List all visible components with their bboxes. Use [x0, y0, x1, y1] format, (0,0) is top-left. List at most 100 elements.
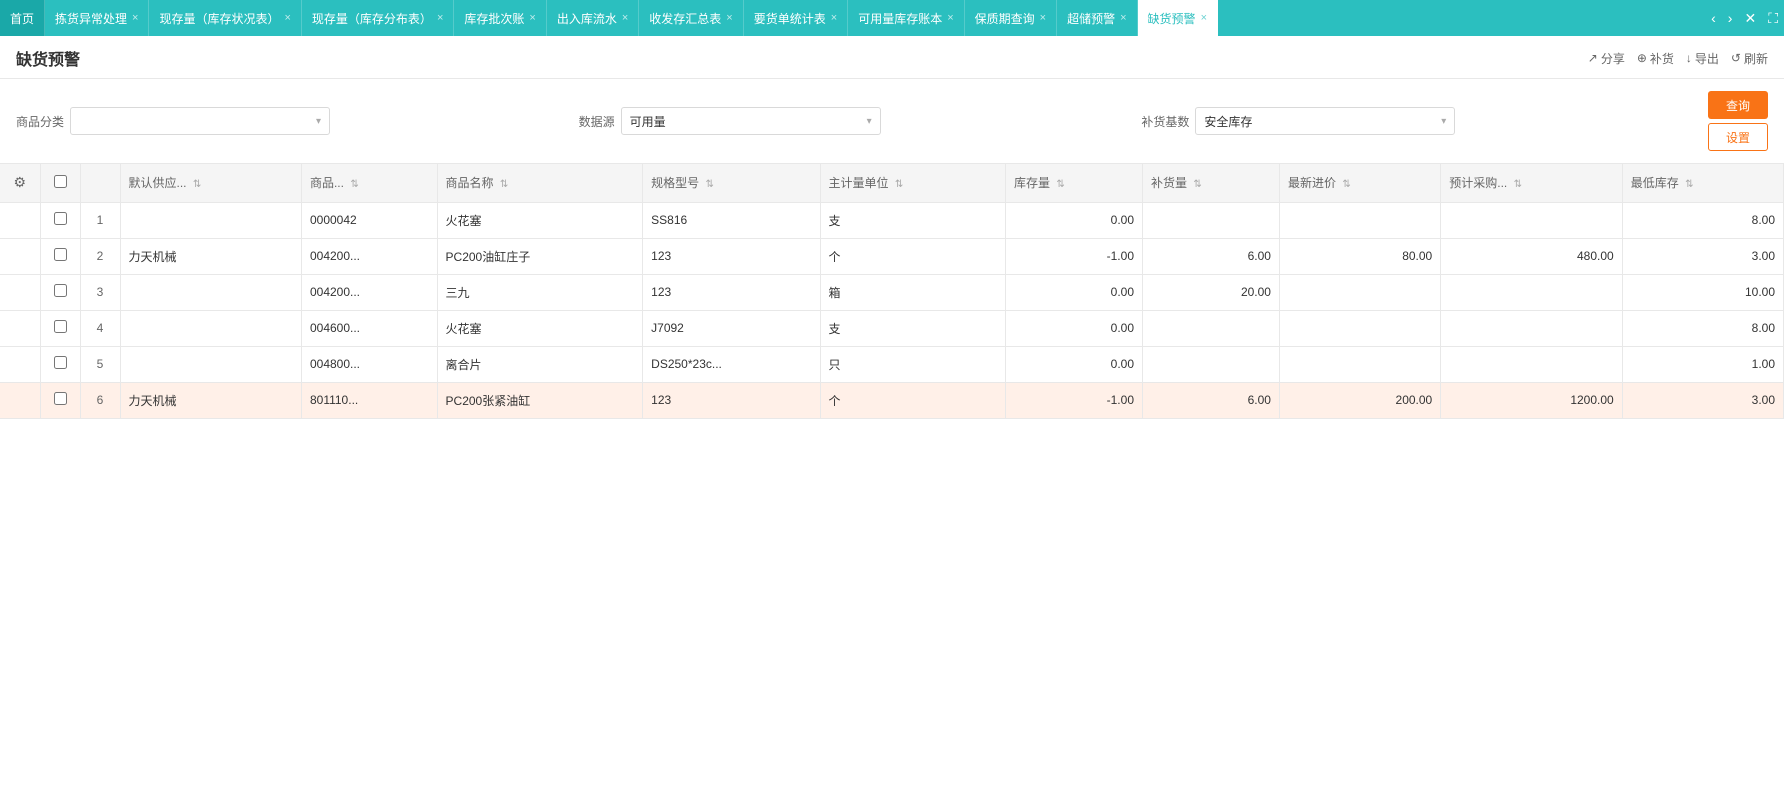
sort-icon[interactable]: ⇅: [193, 179, 201, 190]
select-all-checkbox[interactable]: [54, 175, 67, 188]
row-checkbox[interactable]: [54, 284, 67, 297]
close-icon[interactable]: ×: [947, 12, 953, 24]
page-header: 缺货预警 ↗ 分享 ⊕ 补货 ↓ 导出 ↺ 刷新: [0, 36, 1784, 79]
tab-summary[interactable]: 收发存汇总表 ×: [639, 0, 743, 36]
sort-icon[interactable]: ⇅: [500, 179, 508, 190]
row-checkbox[interactable]: [54, 392, 67, 405]
row-checkbox[interactable]: [54, 212, 67, 225]
tab-batch[interactable]: 库存批次账 ×: [454, 0, 546, 36]
th-unit: 主计量单位 ⇅: [820, 164, 1006, 202]
row-gear-cell: [0, 238, 40, 274]
close-icon[interactable]: ×: [437, 12, 443, 24]
row-checkbox[interactable]: [54, 320, 67, 333]
row-product-name: 离合片: [437, 346, 643, 382]
datasource-select[interactable]: 可用量 ▾: [621, 107, 881, 135]
share-button[interactable]: ↗ 分享: [1588, 50, 1625, 67]
close-icon[interactable]: ×: [622, 12, 628, 24]
tab-avail[interactable]: 可用量库存账本 ×: [848, 0, 964, 36]
row-checkbox[interactable]: [54, 248, 67, 261]
sort-icon[interactable]: ⇅: [1685, 179, 1693, 190]
restock-icon: ⊕: [1637, 51, 1647, 65]
row-unit: 支: [820, 310, 1006, 346]
sort-icon[interactable]: ⇅: [1342, 179, 1350, 190]
tab-flow[interactable]: 出入库流水 ×: [547, 0, 639, 36]
row-checkbox-cell: [40, 310, 80, 346]
export-button[interactable]: ↓ 导出: [1686, 50, 1719, 67]
tab-inv1[interactable]: 现存量（库存状况表） ×: [149, 0, 301, 36]
replenish-select[interactable]: 安全库存 ▾: [1195, 107, 1455, 135]
row-supplier: [120, 274, 301, 310]
tab-shortage[interactable]: 缺货预警 ×: [1138, 0, 1218, 36]
row-min-stock: 1.00: [1622, 346, 1783, 382]
tab-home[interactable]: 首页: [0, 0, 45, 36]
share-icon: ↗: [1588, 51, 1598, 65]
sort-icon[interactable]: ⇅: [350, 179, 358, 190]
close-icon[interactable]: ×: [726, 12, 732, 24]
chevron-down-icon: ▾: [1441, 116, 1446, 127]
row-supplier: [120, 346, 301, 382]
sort-icon[interactable]: ⇅: [1514, 179, 1522, 190]
sort-icon[interactable]: ⇅: [895, 179, 903, 190]
category-select[interactable]: ▾: [70, 107, 330, 135]
chevron-down-icon: ▾: [867, 116, 872, 127]
table-body: 1 0000042 火花塞 SS816 支 0.00 8.00 2 力天机械 0…: [0, 202, 1784, 418]
tab-inv2[interactable]: 现存量（库存分布表） ×: [302, 0, 454, 36]
row-price: 200.00: [1279, 382, 1440, 418]
datasource-label: 数据源: [579, 113, 615, 130]
nav-close-button[interactable]: ✕: [1738, 0, 1762, 36]
refresh-button[interactable]: ↺ 刷新: [1731, 50, 1768, 67]
row-restock: [1143, 310, 1280, 346]
nav-prev-button[interactable]: ‹: [1705, 0, 1722, 36]
row-unit: 个: [820, 382, 1006, 418]
query-button[interactable]: 查询: [1708, 91, 1768, 119]
close-icon[interactable]: ×: [1040, 12, 1046, 24]
tab-order[interactable]: 要货单统计表 ×: [744, 0, 848, 36]
row-min-stock: 3.00: [1622, 382, 1783, 418]
data-table: ⚙ 默认供应... ⇅ 商品... ⇅ 商品名称: [0, 164, 1784, 419]
nav-fullscreen-button[interactable]: ⛶: [1762, 0, 1784, 36]
row-stock: 0.00: [1006, 346, 1143, 382]
th-spec: 规格型号 ⇅: [643, 164, 820, 202]
filter-group-datasource: 数据源 可用量 ▾: [579, 107, 1126, 135]
th-purchase: 预计采购... ⇅: [1441, 164, 1622, 202]
sort-icon[interactable]: ⇅: [706, 179, 714, 190]
row-spec: DS250*23c...: [643, 346, 820, 382]
header-actions: ↗ 分享 ⊕ 补货 ↓ 导出 ↺ 刷新: [1588, 50, 1768, 67]
table-row: 4 004600... 火花塞 J7092 支 0.00 8.00: [0, 310, 1784, 346]
row-gear-cell: [0, 202, 40, 238]
page-title: 缺货预警: [16, 46, 80, 70]
close-icon[interactable]: ×: [529, 12, 535, 24]
row-purchase: 1200.00: [1441, 382, 1622, 418]
settings-button[interactable]: 设置: [1708, 123, 1768, 151]
column-settings-button[interactable]: ⚙: [13, 174, 26, 191]
row-gear-cell: [0, 274, 40, 310]
tab-overstock[interactable]: 超储预警 ×: [1057, 0, 1137, 36]
row-sku: 004200...: [301, 238, 437, 274]
row-spec: SS816: [643, 202, 820, 238]
nav-next-button[interactable]: ›: [1722, 0, 1739, 36]
row-checkbox[interactable]: [54, 356, 67, 369]
close-icon[interactable]: ×: [132, 12, 138, 24]
row-purchase: [1441, 310, 1622, 346]
sort-icon[interactable]: ⇅: [1056, 179, 1064, 190]
row-sku: 0000042: [301, 202, 437, 238]
close-icon[interactable]: ×: [1201, 12, 1207, 24]
row-purchase: [1441, 274, 1622, 310]
row-price: [1279, 346, 1440, 382]
row-restock: [1143, 346, 1280, 382]
close-icon[interactable]: ×: [831, 12, 837, 24]
sort-icon[interactable]: ⇅: [1193, 179, 1201, 190]
row-price: [1279, 310, 1440, 346]
tab-expiry[interactable]: 保质期查询 ×: [965, 0, 1057, 36]
row-number: 5: [80, 346, 120, 382]
row-spec: 123: [643, 274, 820, 310]
restock-button[interactable]: ⊕ 补货: [1637, 50, 1674, 67]
nav-bar: 首页 拣货异常处理 × 现存量（库存状况表） × 现存量（库存分布表） × 库存…: [0, 0, 1784, 36]
row-number: 6: [80, 382, 120, 418]
row-restock: 20.00: [1143, 274, 1280, 310]
tab-pick[interactable]: 拣货异常处理 ×: [45, 0, 149, 36]
chevron-down-icon: ▾: [316, 116, 321, 127]
row-product-name: PC200油缸庄子: [437, 238, 643, 274]
close-icon[interactable]: ×: [1120, 12, 1126, 24]
close-icon[interactable]: ×: [284, 12, 290, 24]
